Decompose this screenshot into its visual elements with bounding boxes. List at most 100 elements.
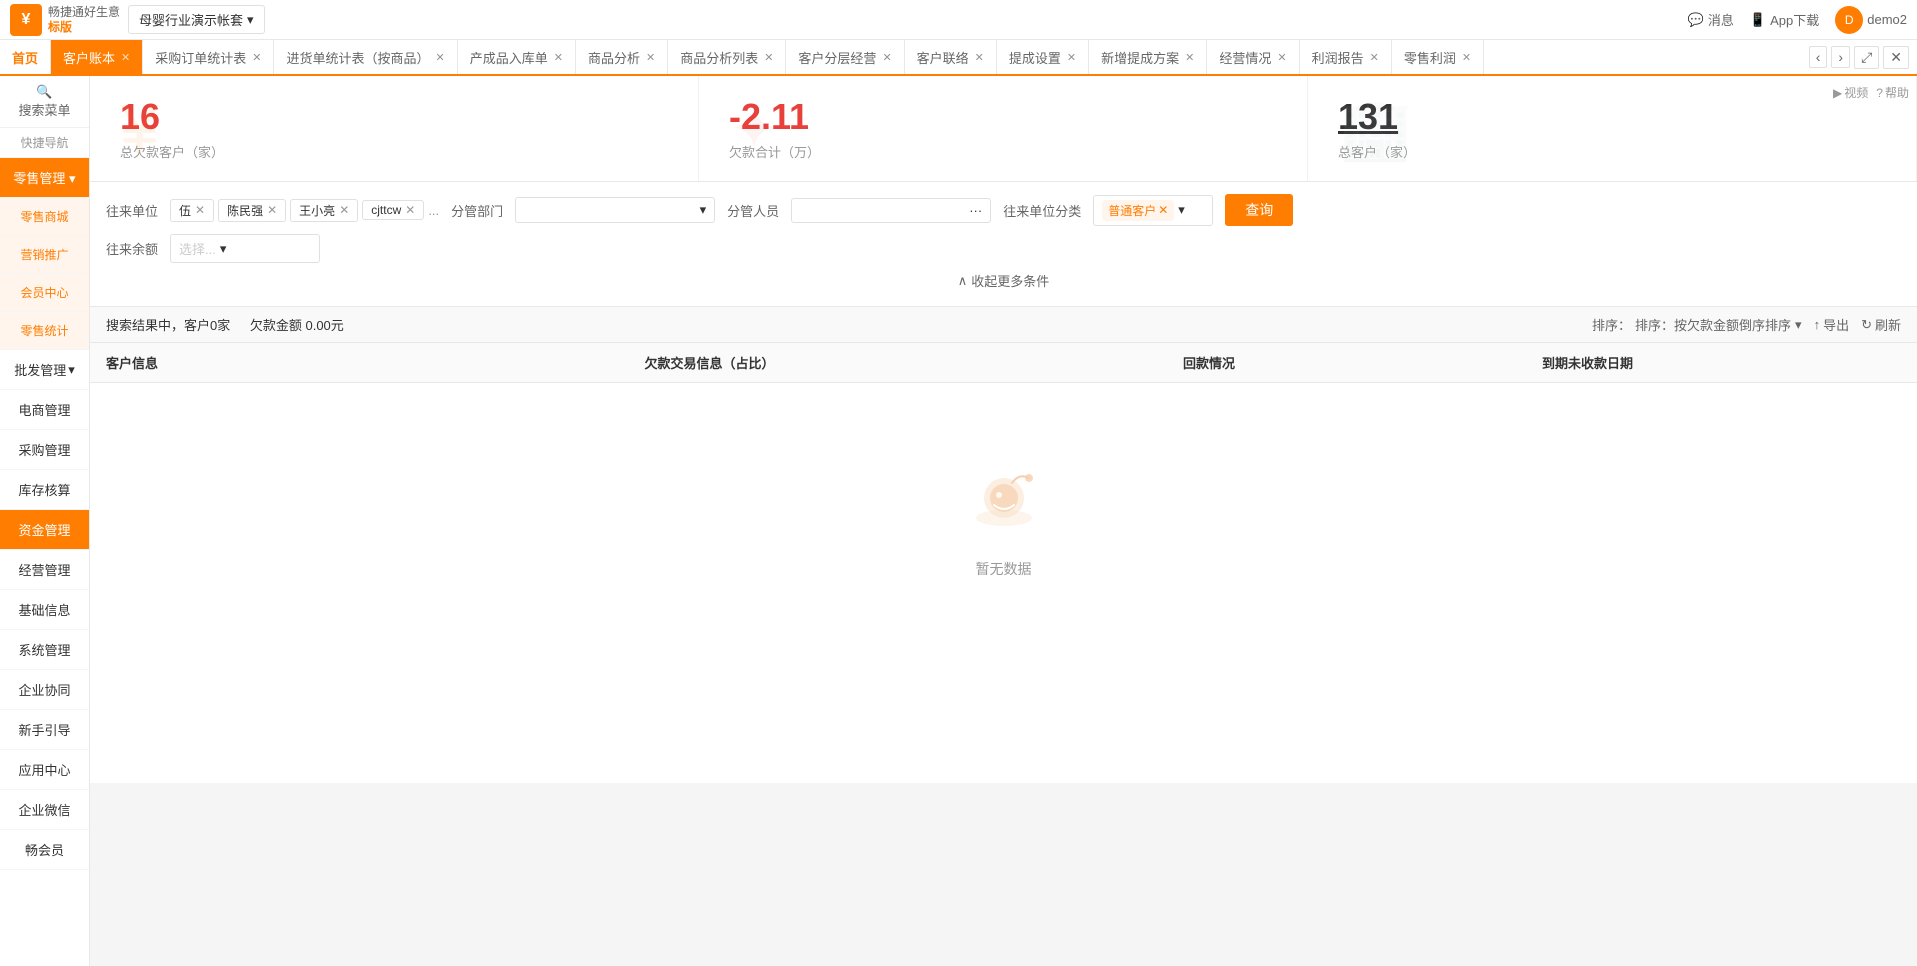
remove-category-icon[interactable]: ✕ — [1158, 203, 1168, 217]
export-icon: ↑ — [1814, 317, 1821, 332]
filter-tag-more[interactable]: ... — [428, 203, 439, 218]
sidebar-item-inventory[interactable]: 库存核算 — [0, 470, 89, 510]
tab-commission-settings[interactable]: 提成设置 ✕ — [997, 40, 1089, 75]
tab-profit-report[interactable]: 利润报告 ✕ — [1300, 40, 1392, 75]
person-select[interactable]: ··· — [791, 198, 991, 223]
refresh-icon: ↻ — [1861, 317, 1872, 333]
user-menu[interactable]: D demo2 — [1835, 6, 1907, 34]
sidebar-item-member[interactable]: 会员中心 — [0, 274, 89, 312]
close-icon[interactable]: ✕ — [882, 51, 891, 64]
col-repayment: 回款情况 — [1183, 353, 1542, 372]
close-icon[interactable]: ✕ — [252, 51, 261, 64]
tab-inbound-stats[interactable]: 进货单统计表（按商品） ✕ — [274, 40, 457, 75]
nav-prev-button[interactable]: ‹ — [1809, 46, 1828, 68]
nav-expand-button[interactable]: ⤢ — [1854, 46, 1879, 69]
sidebar-item-ecommerce[interactable]: 电商管理 — [0, 390, 89, 430]
close-icon[interactable]: ✕ — [436, 51, 445, 64]
card2-value: -2.11 — [729, 96, 1277, 138]
tab-product-analysis[interactable]: 商品分析 ✕ — [576, 40, 668, 75]
sidebar-item-wholesale[interactable]: 批发管理 ▾ — [0, 350, 89, 390]
remove-tag-icon[interactable]: ✕ — [339, 203, 349, 217]
sidebar-item-enterprise-collab[interactable]: 企业协同 — [0, 670, 89, 710]
sidebar-item-operations[interactable]: 经营管理 — [0, 550, 89, 590]
refresh-button[interactable]: ↻ 刷新 — [1861, 315, 1901, 334]
sidebar-item-app-center[interactable]: 应用中心 — [0, 750, 89, 790]
close-icon[interactable]: ✕ — [1185, 51, 1194, 64]
tab-customer-layer[interactable]: 客户分层经营 ✕ — [786, 40, 904, 75]
close-icon[interactable]: ✕ — [1277, 51, 1286, 64]
filter-row-1: 往来单位 伍 ✕ 陈民强 ✕ 王小亮 ✕ cjttcw — [106, 194, 1901, 226]
card3-value: 131 — [1338, 96, 1886, 138]
sort-select[interactable]: 排序： 排序：按欠款金额倒序排序 ▾ — [1592, 315, 1802, 334]
logo-icon: ¥ — [10, 4, 42, 36]
person-label: 分管人员 — [727, 201, 779, 220]
export-button[interactable]: ↑ 导出 — [1814, 315, 1850, 334]
tab-operations[interactable]: 经营情况 ✕ — [1207, 40, 1299, 75]
close-icon[interactable]: ✕ — [121, 51, 130, 64]
search-results-bar: 搜索结果中，客户0家 欠款金额 0.00元 排序： 排序：按欠款金额倒序排序 ▾… — [90, 307, 1917, 343]
card3-bg-icon: 🏢 — [1338, 93, 1413, 164]
summary-card-amount: ✦ -2.11 欠款合计（万） — [699, 76, 1308, 181]
close-icon[interactable]: ✕ — [764, 51, 773, 64]
query-button[interactable]: 查询 — [1225, 194, 1293, 226]
filter-tag-1[interactable]: 陈民强 ✕ — [218, 199, 286, 222]
sidebar-item-new-guide[interactable]: 新手引导 — [0, 710, 89, 750]
close-icon[interactable]: ✕ — [975, 51, 984, 64]
sidebar-item-system[interactable]: 系统管理 — [0, 630, 89, 670]
close-icon[interactable]: ✕ — [1067, 51, 1076, 64]
help-button[interactable]: ? 帮助 — [1876, 84, 1909, 101]
sidebar-item-changhui[interactable]: 畅会员 — [0, 830, 89, 870]
tab-customer-contact[interactable]: 客户联络 ✕ — [905, 40, 997, 75]
org-selector[interactable]: 母婴行业演示帐套 ▾ — [128, 5, 265, 34]
close-icon[interactable]: ✕ — [1462, 51, 1471, 64]
col-due-date: 到期未收款日期 — [1542, 353, 1901, 372]
sort-label: 排序： — [1592, 315, 1631, 334]
nav-close-all-button[interactable]: ✕ — [1883, 46, 1909, 69]
sidebar-item-finance[interactable]: 资金管理 — [0, 510, 89, 550]
close-icon[interactable]: ✕ — [646, 51, 655, 64]
sidebar-item-purchase[interactable]: 采购管理 — [0, 430, 89, 470]
sidebar-item-basic-info[interactable]: 基础信息 — [0, 590, 89, 630]
tab-retail-profit[interactable]: 零售利润 ✕ — [1392, 40, 1484, 75]
sidebar-item-quick-nav[interactable]: 快捷导航 — [0, 128, 89, 158]
chevron-icon: ▾ — [69, 171, 76, 186]
close-icon[interactable]: ✕ — [1370, 51, 1379, 64]
tab-add-commission[interactable]: 新增提成方案 ✕ — [1089, 40, 1207, 75]
chevron-down-icon: ▾ — [1795, 317, 1802, 333]
app-download-button[interactable]: 📱 App下载 — [1750, 10, 1819, 29]
filter-row-2: 往来余额 选择... ▾ — [106, 234, 1901, 263]
play-icon: ▶ — [1833, 86, 1842, 100]
filter-tag-0[interactable]: 伍 ✕ — [170, 199, 214, 222]
collapse-button[interactable]: ∧ 收起更多条件 — [106, 271, 1901, 290]
remove-tag-icon[interactable]: ✕ — [195, 203, 205, 217]
filter-tag-3[interactable]: cjttcw ✕ — [362, 200, 424, 220]
category-select[interactable]: 普通客户 ✕ ▾ — [1093, 195, 1213, 226]
close-icon[interactable]: ✕ — [554, 51, 563, 64]
dept-select[interactable]: ▾ — [515, 197, 715, 223]
nav-controls: ‹ › ⤢ ✕ — [1809, 46, 1917, 69]
sidebar-item-retail[interactable]: 零售管理 ▾ — [0, 158, 89, 198]
category-label: 往来单位分类 — [1003, 201, 1081, 220]
sidebar-item-retail-mall[interactable]: 零售商城 — [0, 198, 89, 236]
remove-tag-icon[interactable]: ✕ — [267, 203, 277, 217]
message-button[interactable]: 💬 消息 — [1688, 10, 1734, 29]
sidebar-item-retail-stats[interactable]: 零售统计 — [0, 312, 89, 350]
tab-product-list[interactable]: 商品分析列表 ✕ — [668, 40, 786, 75]
sidebar-item-marketing[interactable]: 营销推广 — [0, 236, 89, 274]
filter-tag-2[interactable]: 王小亮 ✕ — [290, 199, 358, 222]
empty-label: 暂无数据 — [976, 559, 1032, 579]
dept-label: 分管部门 — [451, 201, 503, 220]
tab-product-inbound[interactable]: 产成品入库单 ✕ — [458, 40, 576, 75]
message-icon: 💬 — [1688, 12, 1704, 28]
sidebar-item-search[interactable]: 🔍 搜索菜单 — [0, 76, 89, 128]
remove-tag-icon[interactable]: ✕ — [405, 203, 415, 217]
balance-select[interactable]: 选择... ▾ — [170, 234, 320, 263]
category-tag[interactable]: 普通客户 ✕ — [1102, 200, 1174, 221]
tab-customer-account[interactable]: 客户账本 ✕ — [51, 40, 143, 75]
sidebar-item-enterprise-wechat[interactable]: 企业微信 — [0, 790, 89, 830]
tab-home[interactable]: 首页 — [0, 40, 51, 75]
sidebar: 🔍 搜索菜单 快捷导航 零售管理 ▾ 零售商城 营销推广 会员中心 零售统计 批… — [0, 76, 90, 966]
video-button[interactable]: ▶ 视频 — [1833, 84, 1868, 101]
tab-purchase-order[interactable]: 采购订单统计表 ✕ — [143, 40, 274, 75]
nav-next-button[interactable]: › — [1831, 46, 1850, 68]
